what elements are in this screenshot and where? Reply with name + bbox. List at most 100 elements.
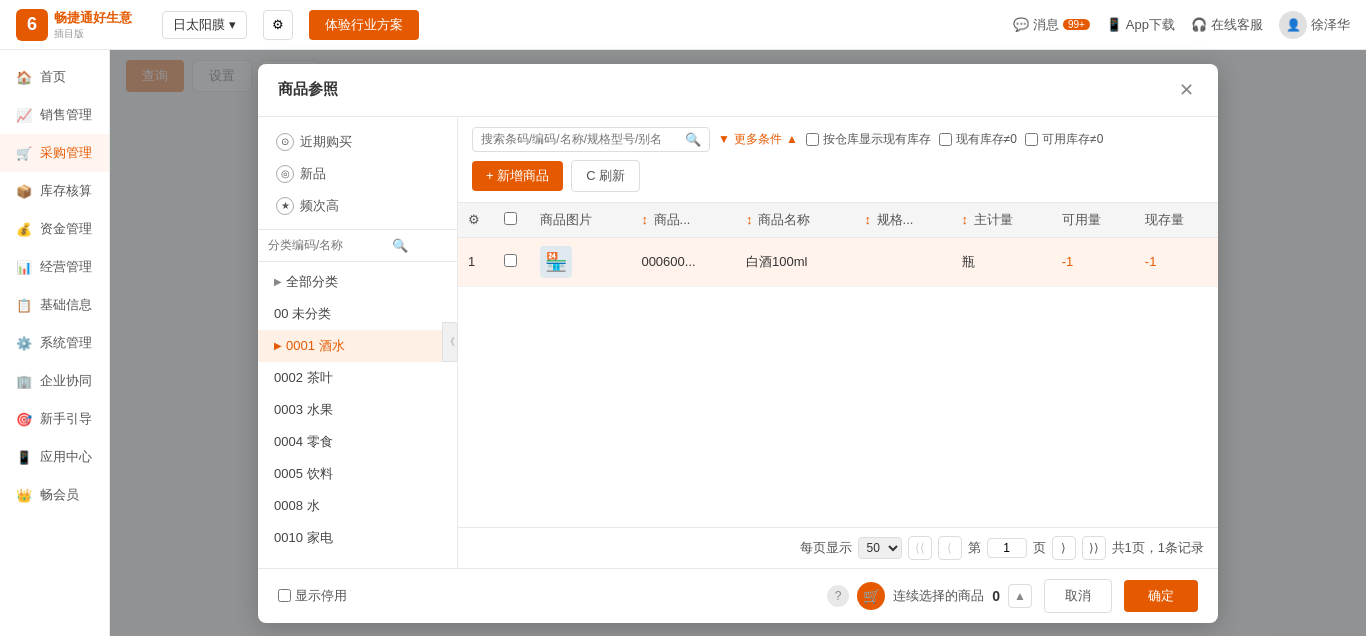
modal-overlay: 商品参照 ✕ ⊙ 近期购买 ◎ [110, 50, 1366, 636]
checkbox-warehouse-label[interactable]: 按仓库显示现有库存 [806, 131, 931, 148]
select-all-checkbox[interactable] [504, 212, 517, 225]
content-area: 查询 设置 刷新 商品参照 ✕ [110, 50, 1366, 636]
search-box: 🔍 [472, 127, 710, 152]
quick-filters: ⊙ 近期购买 ◎ 新品 ★ 频次高 [258, 127, 457, 230]
confirm-button[interactable]: 确定 [1124, 580, 1198, 612]
category-unclassified[interactable]: 00 未分类 [258, 298, 457, 330]
category-0001[interactable]: ▶ 0001 酒水 [258, 330, 457, 362]
th-spec[interactable]: ↕ 规格... [854, 203, 951, 238]
table-row[interactable]: 1 🏪 000600... [458, 237, 1218, 286]
checkbox-avail-ne0-label[interactable]: 可用库存≠0 [1025, 131, 1103, 148]
online-service-button[interactable]: 🎧 在线客服 [1191, 16, 1263, 34]
pagination: 每页显示 50 ⟨⟨ ⟨ 第 页 ⟩ ⟩⟩ 共1页，1条记录 [458, 527, 1218, 568]
category-0003[interactable]: 0003 水果 [258, 394, 457, 426]
filter-button[interactable]: ▼ 更多条件 ▲ [718, 131, 798, 148]
search-icon[interactable]: 🔍 [685, 132, 701, 147]
sidebar-item-member[interactable]: 👑 畅会员 [0, 476, 109, 514]
category-0010[interactable]: 0010 家电 [258, 522, 457, 554]
category-0008[interactable]: 0008 水 [258, 490, 457, 522]
td-check[interactable] [494, 237, 530, 286]
checkbox-avail-ne0[interactable] [1025, 133, 1038, 146]
product-table-container: ⚙ 商品图片 [458, 203, 1218, 527]
category-search-input[interactable] [268, 238, 388, 252]
page-number-input[interactable] [987, 538, 1027, 558]
cancel-button[interactable]: 取消 [1044, 579, 1112, 613]
page-first-button[interactable]: ⟨⟨ [908, 536, 932, 560]
sidebar-item-sales[interactable]: 📈 销售管理 [0, 96, 109, 134]
category-all[interactable]: ▶ 全部分类 [258, 266, 457, 298]
navbar: 6 畅捷通好生意 插目版 日太阳膜 ▾ ⚙ 体验行业方案 💬 消息 99+ 📱 … [0, 0, 1366, 50]
page-last-button[interactable]: ⟩⟩ [1082, 536, 1106, 560]
td-available: -1 [1052, 237, 1135, 286]
ops-icon: 📊 [16, 260, 32, 275]
category-0002[interactable]: 0002 茶叶 [258, 362, 457, 394]
app-download-button[interactable]: 📱 App下载 [1106, 16, 1175, 34]
cart-icon[interactable]: 🛒 [857, 582, 885, 610]
messages-button[interactable]: 💬 消息 99+ [1013, 16, 1090, 34]
modal-right-panel: 🔍 ▼ 更多条件 ▲ 按仓库显示现有库存 [458, 117, 1218, 568]
modal-body: ⊙ 近期购买 ◎ 新品 ★ 频次高 [258, 117, 1218, 568]
caret-right-icon: ▶ [274, 276, 282, 287]
user-menu[interactable]: 👤 徐泽华 [1279, 11, 1350, 39]
quick-filter-recent[interactable]: ⊙ 近期购买 [268, 127, 447, 157]
td-stock: -1 [1135, 237, 1218, 286]
help-icon[interactable]: ? [827, 585, 849, 607]
td-unit: 瓶 [952, 237, 1052, 286]
sidebar-item-system[interactable]: ⚙️ 系统管理 [0, 324, 109, 362]
freq-icon: ★ [276, 197, 294, 215]
sidebar-item-inventory[interactable]: 📦 库存核算 [0, 172, 109, 210]
sidebar-item-app-center[interactable]: 📱 应用中心 [0, 438, 109, 476]
logo-text: 畅捷通好生意 插目版 [54, 9, 132, 41]
sidebar-item-finance[interactable]: 💰 资金管理 [0, 210, 109, 248]
quick-filter-freq[interactable]: ★ 频次高 [268, 191, 447, 221]
settings-icon[interactable]: ⚙ [263, 10, 293, 40]
checkbox-stock-ne0-label[interactable]: 现有库存≠0 [939, 131, 1017, 148]
sales-icon: 📈 [16, 108, 32, 123]
modal-footer: 显示停用 ? 🛒 连续选择的商品 0 ▲ 取消 确定 [258, 568, 1218, 623]
quick-filter-new[interactable]: ◎ 新品 [268, 159, 447, 189]
sidebar-item-purchase[interactable]: 🛒 采购管理 [0, 134, 109, 172]
collapse-button[interactable]: 《 [442, 322, 458, 362]
sort-unit-icon: ↕ [962, 212, 969, 227]
th-name[interactable]: ↕ 商品名称 [736, 203, 854, 238]
modal-toolbar: 🔍 ▼ 更多条件 ▲ 按仓库显示现有库存 [458, 117, 1218, 203]
checkbox-stock-ne0[interactable] [939, 133, 952, 146]
th-unit[interactable]: ↕ 主计量 [952, 203, 1052, 238]
page-size-select[interactable]: 50 [858, 537, 902, 559]
th-settings[interactable]: ⚙ [458, 203, 494, 238]
show-disabled-label[interactable]: 显示停用 [278, 587, 347, 605]
sidebar-item-home[interactable]: 🏠 首页 [0, 58, 109, 96]
page-prev-button[interactable]: ⟨ [938, 536, 962, 560]
collapse-filter-icon: ▲ [786, 132, 798, 146]
category-0004[interactable]: 0004 零食 [258, 426, 457, 458]
trial-button[interactable]: 体验行业方案 [309, 10, 419, 40]
sidebar-item-enterprise[interactable]: 🏢 企业协同 [0, 362, 109, 400]
main-layout: 🏠 首页 📈 销售管理 🛒 采购管理 📦 库存核算 💰 资金管理 📊 经营管理 … [0, 50, 1366, 636]
app-center-icon: 📱 [16, 450, 32, 465]
page-next-button[interactable]: ⟩ [1052, 536, 1076, 560]
td-spec [854, 237, 951, 286]
add-product-button[interactable]: + 新增商品 [472, 161, 563, 191]
category-list: ▶ 全部分类 00 未分类 ▶ 0001 酒水 0002 茶 [258, 262, 457, 558]
category-search-icon[interactable]: 🔍 [392, 238, 408, 253]
th-stock: 现存量 [1135, 203, 1218, 238]
sort-name-icon: ↕ [746, 212, 753, 227]
cart-collapse-button[interactable]: ▲ [1008, 584, 1032, 608]
avatar: 👤 [1279, 11, 1307, 39]
sidebar-item-guide[interactable]: 🎯 新手引导 [0, 400, 109, 438]
checkbox-warehouse[interactable] [806, 133, 819, 146]
sidebar-item-basic-info[interactable]: 📋 基础信息 [0, 286, 109, 324]
th-image: 商品图片 [530, 203, 631, 238]
refresh-button[interactable]: C 刷新 [571, 160, 640, 192]
th-code[interactable]: ↕ 商品... [631, 203, 736, 238]
th-check[interactable] [494, 203, 530, 238]
system-icon: ⚙️ [16, 336, 32, 351]
category-search: 🔍 [258, 230, 457, 262]
show-disabled-checkbox[interactable] [278, 589, 291, 602]
search-input[interactable] [481, 132, 681, 146]
nav-dropdown[interactable]: 日太阳膜 ▾ [162, 11, 247, 39]
sidebar-item-ops[interactable]: 📊 经营管理 [0, 248, 109, 286]
modal-close-button[interactable]: ✕ [1174, 78, 1198, 102]
category-0005[interactable]: 0005 饮料 [258, 458, 457, 490]
row-checkbox[interactable] [504, 254, 517, 267]
